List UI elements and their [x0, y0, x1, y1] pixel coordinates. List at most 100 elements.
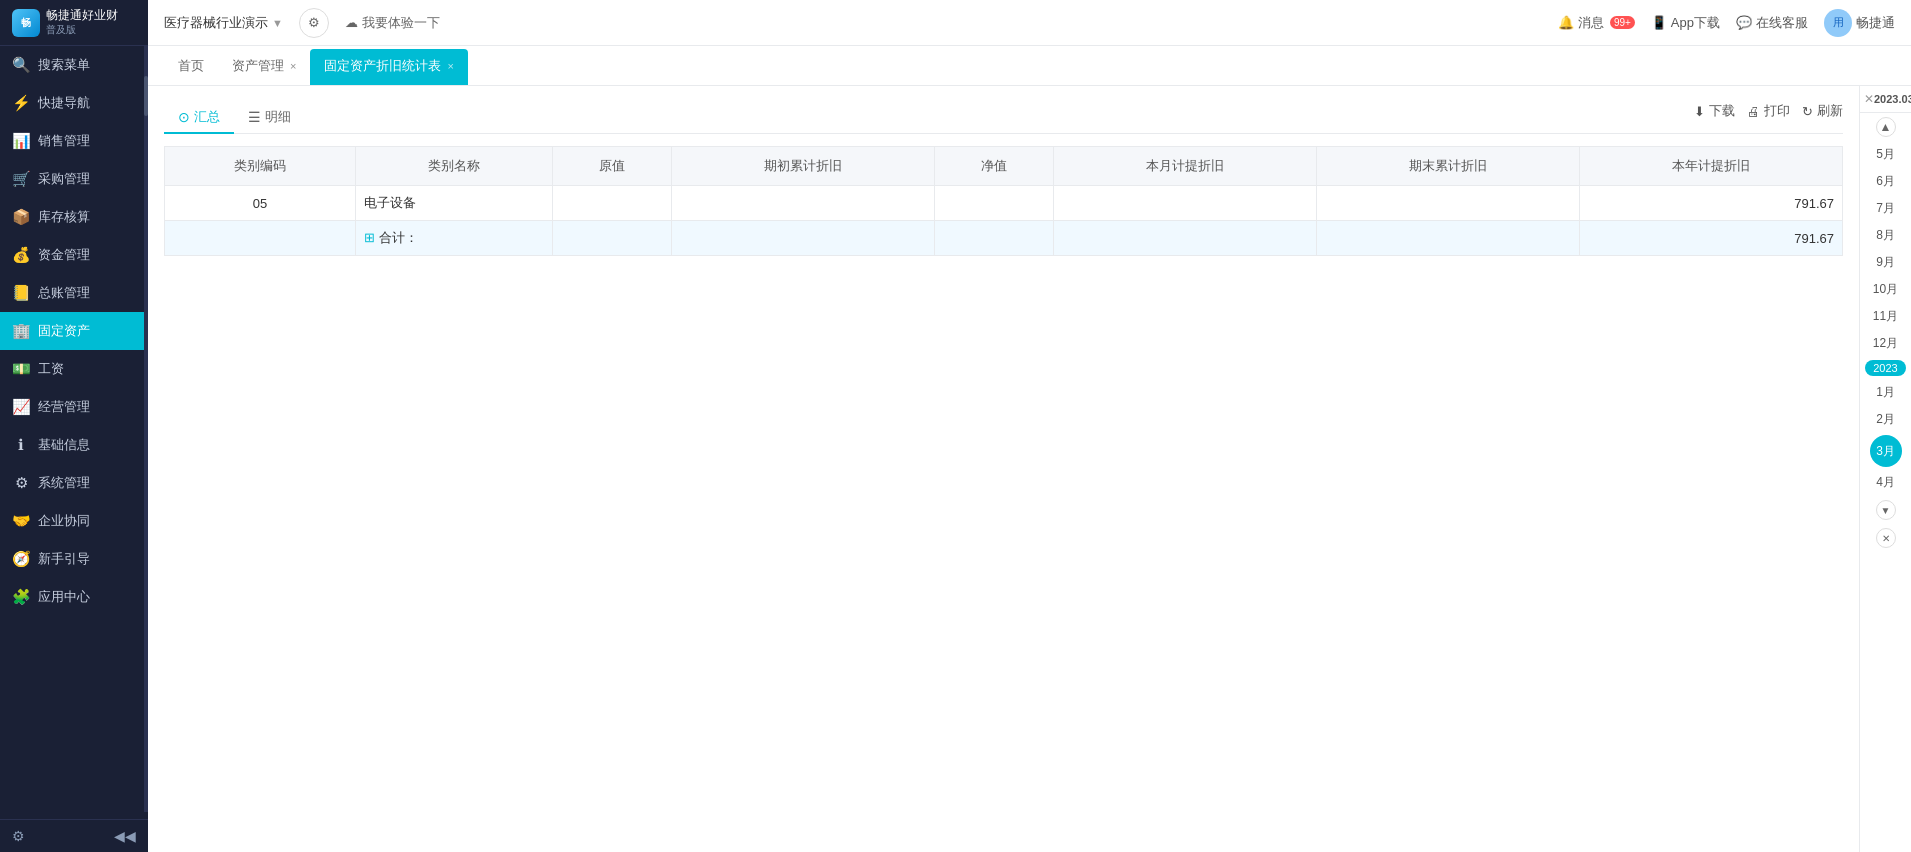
month-1[interactable]: 1月: [1860, 379, 1911, 406]
month-4[interactable]: 4月: [1860, 469, 1911, 496]
col-category-code: 类别编码: [165, 147, 356, 186]
app-download-item[interactable]: 📱 App下载: [1651, 14, 1720, 32]
col-monthly-depreciation: 本月计提折旧: [1053, 147, 1316, 186]
purchase-icon: 🛒: [12, 170, 30, 188]
sidebar-item-quick-nav[interactable]: ⚡ 快捷导航: [0, 84, 148, 122]
sidebar-logo: 畅 畅捷通好业财 普及版: [0, 0, 148, 46]
right-panel-close-icon[interactable]: ✕: [1864, 92, 1874, 106]
table-header-row: 类别编码 类别名称 原值 期初累计折旧 净值 本月计提折旧 期末累计折旧 本年计…: [165, 147, 1843, 186]
experience-button[interactable]: ☁ 我要体验一下: [345, 14, 440, 32]
sidebar-item-funds[interactable]: 💰 资金管理: [0, 236, 148, 274]
sidebar-item-inventory-label: 库存核算: [38, 208, 90, 226]
col-category-name: 类别名称: [356, 147, 553, 186]
month-5[interactable]: 5月: [1860, 141, 1911, 168]
table-row: 05 电子设备 791.67: [165, 186, 1843, 221]
tabs-bar: 首页 资产管理 × 固定资产折旧统计表 ×: [148, 46, 1911, 86]
month-6[interactable]: 6月: [1860, 168, 1911, 195]
month-2[interactable]: 2月: [1860, 406, 1911, 433]
sidebar-item-search[interactable]: 🔍 搜索菜单: [0, 46, 148, 84]
company-selector[interactable]: 医疗器械行业演示 ▼: [164, 14, 283, 32]
month-7[interactable]: 7月: [1860, 195, 1911, 222]
sidebar-item-ledger[interactable]: 📒 总账管理: [0, 274, 148, 312]
close-circle-button[interactable]: ✕: [1876, 528, 1896, 548]
month-11[interactable]: 11月: [1860, 303, 1911, 330]
settings-footer-icon[interactable]: ⚙: [12, 828, 25, 844]
col-original-value: 原值: [552, 147, 671, 186]
refresh-icon: ↻: [1802, 104, 1813, 119]
summary-icon: ⊙: [178, 109, 190, 125]
print-button[interactable]: 🖨 打印: [1747, 102, 1790, 120]
lightning-icon: ⚡: [12, 94, 30, 112]
refresh-button[interactable]: ↻ 刷新: [1802, 102, 1843, 120]
sidebar-item-inventory[interactable]: 📦 库存核算: [0, 198, 148, 236]
logo-icon: 畅: [12, 9, 40, 37]
month-12[interactable]: 12月: [1860, 330, 1911, 357]
col-initial-accum-depreciation: 期初累计折旧: [671, 147, 934, 186]
sidebar-item-purchase[interactable]: 🛒 采购管理: [0, 160, 148, 198]
toolbar: ⬇ 下载 🖨 打印 ↻ 刷新: [1694, 102, 1843, 120]
month-8[interactable]: 8月: [1860, 222, 1911, 249]
sidebar-item-sales-label: 销售管理: [38, 132, 90, 150]
sidebar-item-sales[interactable]: 📊 销售管理: [0, 122, 148, 160]
sidebar-item-payroll[interactable]: 💵 工资: [0, 350, 148, 388]
sub-tabs: ⊙ 汇总 ☰ 明细: [164, 102, 1843, 134]
experience-label: 我要体验一下: [362, 14, 440, 32]
subtotal-net: [934, 221, 1053, 256]
close-asset-management-icon[interactable]: ×: [290, 60, 296, 72]
sales-icon: 📊: [12, 132, 30, 150]
month-10[interactable]: 10月: [1860, 276, 1911, 303]
topbar: 医疗器械行业演示 ▼ ⚙ ☁ 我要体验一下 🔔 消息 99+ 📱 App下载 💬…: [148, 0, 1911, 46]
sidebar-item-basic-info-label: 基础信息: [38, 436, 90, 454]
sidebar-item-app-center-label: 应用中心: [38, 588, 90, 606]
experience-icon: ☁: [345, 15, 358, 30]
sidebar-item-basic-info[interactable]: ℹ 基础信息: [0, 426, 148, 464]
sub-tab-detail[interactable]: ☰ 明细: [234, 102, 305, 134]
sidebar-item-guide[interactable]: 🧭 新手引导: [0, 540, 148, 578]
year-2023-tag[interactable]: 2023: [1865, 360, 1905, 376]
user-item[interactable]: 用 畅捷通: [1824, 9, 1895, 37]
sidebar-item-fixed-assets[interactable]: 🏢 固定资产: [0, 312, 148, 350]
sidebar-item-system[interactable]: ⚙ 系统管理: [0, 464, 148, 502]
subtotal-monthly: [1053, 221, 1316, 256]
subtotal-row: ⊞合计： 791.67: [165, 221, 1843, 256]
row-monthly: [1053, 186, 1316, 221]
row-initial-accum: [671, 186, 934, 221]
close-depreciation-table-icon[interactable]: ×: [447, 60, 453, 72]
month-9[interactable]: 9月: [1860, 249, 1911, 276]
management-icon: 📈: [12, 398, 30, 416]
settings-button[interactable]: ⚙: [299, 8, 329, 38]
calendar-scroll: ▲ 5月 6月 7月 8月 9月 10月 11月 12月 2023 1月 2月: [1860, 113, 1911, 852]
tab-asset-management[interactable]: 资产管理 ×: [218, 49, 310, 85]
row-period-end: [1316, 186, 1579, 221]
refresh-label: 刷新: [1817, 102, 1843, 120]
download-button[interactable]: ⬇ 下载: [1694, 102, 1735, 120]
active-month-3[interactable]: 3月: [1870, 435, 1902, 467]
sidebar-item-quick-nav-label: 快捷导航: [38, 94, 90, 112]
sidebar-item-app-center[interactable]: 🧩 应用中心: [0, 578, 148, 616]
app-center-icon: 🧩: [12, 588, 30, 606]
search-icon: 🔍: [12, 56, 30, 74]
tab-depreciation-table-label: 固定资产折旧统计表: [324, 57, 441, 75]
online-service-item[interactable]: 💬 在线客服: [1736, 14, 1808, 32]
nav-up-button[interactable]: ▲: [1876, 117, 1896, 137]
sidebar-item-enterprise[interactable]: 🤝 企业协同: [0, 502, 148, 540]
subtotal-period-end: [1316, 221, 1579, 256]
main-area: 医疗器械行业演示 ▼ ⚙ ☁ 我要体验一下 🔔 消息 99+ 📱 App下载 💬…: [148, 0, 1911, 852]
subtotal-empty: [165, 221, 356, 256]
content-area: ⬇ 下载 🖨 打印 ↻ 刷新 ⊙ 汇总 ☰: [148, 86, 1911, 852]
bell-icon: 🔔: [1558, 15, 1574, 30]
sidebar-item-enterprise-label: 企业协同: [38, 512, 90, 530]
sub-tab-summary[interactable]: ⊙ 汇总: [164, 102, 234, 134]
nav-down-area: ▼: [1860, 496, 1911, 524]
col-net-value: 净值: [934, 147, 1053, 186]
topbar-left: 医疗器械行业演示 ▼ ⚙ ☁ 我要体验一下: [164, 8, 1558, 38]
sidebar-item-fixed-assets-label: 固定资产: [38, 322, 90, 340]
nav-down-button[interactable]: ▼: [1876, 500, 1896, 520]
collapse-icon[interactable]: ◀◀: [114, 828, 136, 844]
sidebar-item-management[interactable]: 📈 经营管理: [0, 388, 148, 426]
sidebar: 畅 畅捷通好业财 普及版 🔍 搜索菜单 ⚡ 快捷导航 📊 销售管理 🛒 采购管理…: [0, 0, 148, 852]
sidebar-footer: ⚙ ◀◀: [0, 819, 148, 852]
notifications-item[interactable]: 🔔 消息 99+: [1558, 14, 1635, 32]
tab-home[interactable]: 首页: [164, 49, 218, 85]
tab-depreciation-table[interactable]: 固定资产折旧统计表 ×: [310, 49, 467, 85]
